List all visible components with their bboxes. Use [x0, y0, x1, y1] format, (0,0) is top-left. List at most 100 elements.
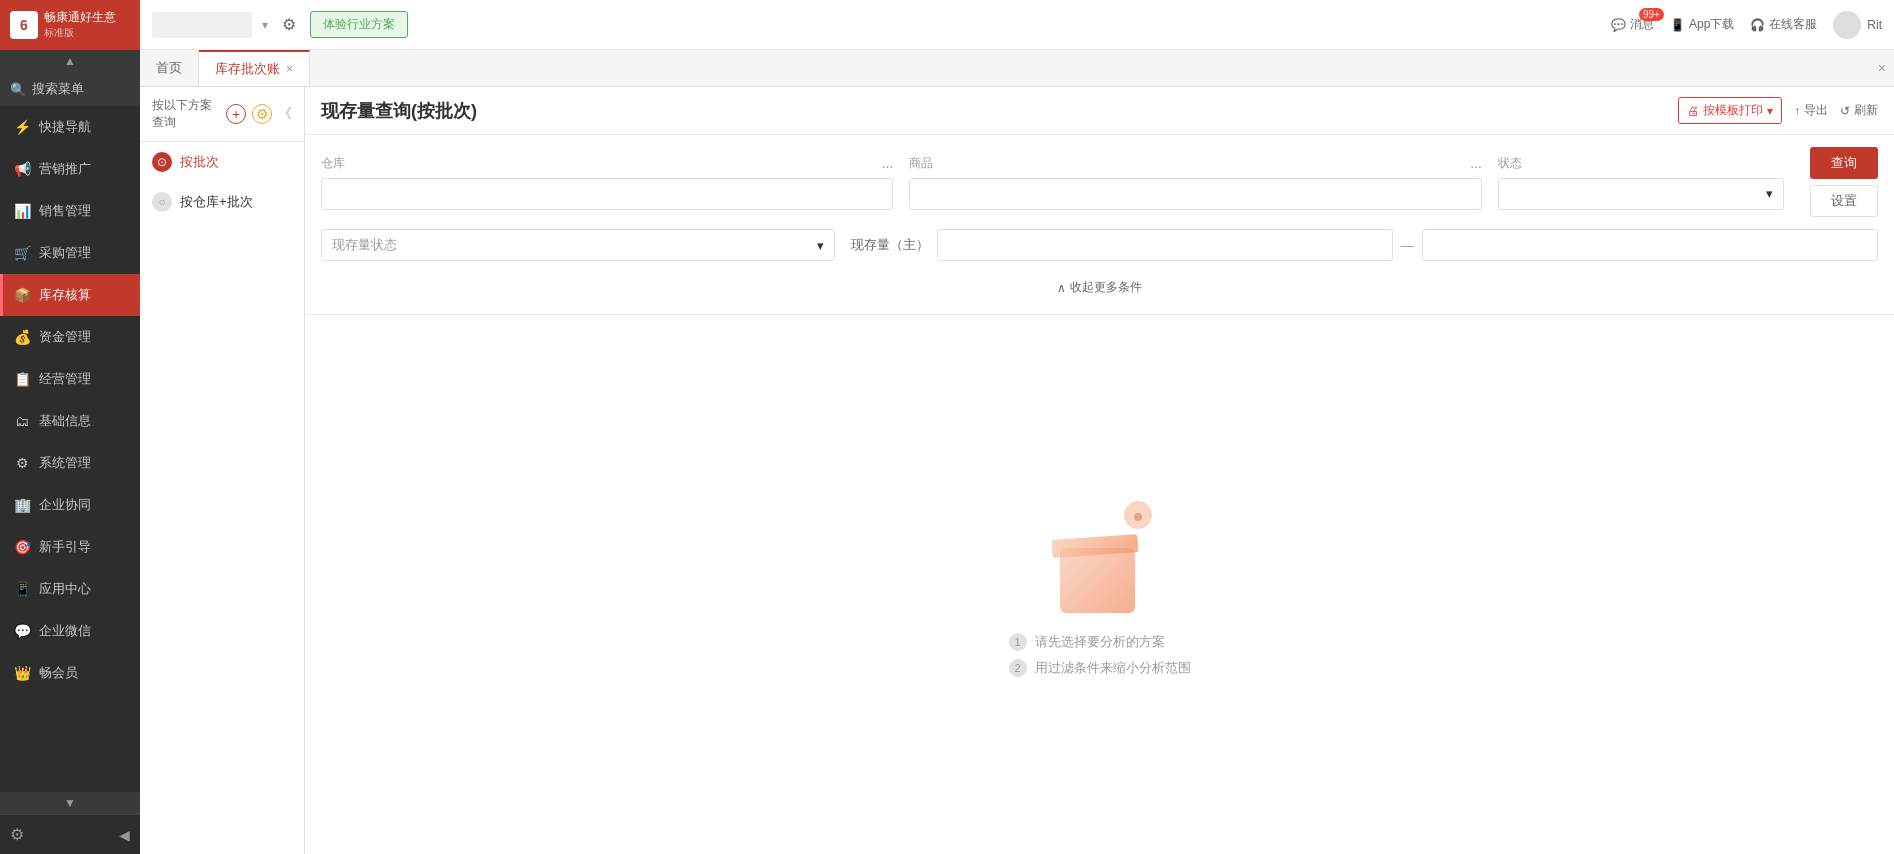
online-service-action[interactable]: 🎧 在线客服 [1750, 16, 1817, 33]
sidebar-scroll-up[interactable]: ▲ [0, 50, 140, 72]
sidebar-item-enterprise[interactable]: 🏢 企业协同 [0, 484, 140, 526]
sidebar-item-quick-nav[interactable]: ⚡ 快捷导航 [0, 106, 140, 148]
settings-icon: ⚙ [256, 106, 269, 122]
basic-icon: 🗂 [13, 412, 31, 430]
tab-close-button[interactable]: × [286, 62, 293, 76]
purchase-icon: 🛒 [13, 244, 31, 262]
scheme-collapse-button[interactable]: 《 [278, 105, 292, 123]
filter-collapse-button[interactable]: ∧ 收起更多条件 [321, 273, 1878, 302]
message-icon: 💬 [1611, 18, 1626, 32]
sidebar-item-label: 资金管理 [39, 328, 91, 346]
marketing-icon: 📢 [13, 160, 31, 178]
empty-hint-2: 2 用过滤条件来缩小分析范围 [1009, 659, 1191, 677]
message-badge: 99+ [1639, 8, 1664, 21]
scheme-item-warehouse-batch[interactable]: ○ 按仓库+批次 [140, 182, 304, 222]
add-scheme-button[interactable]: + [226, 104, 246, 124]
sidebar-item-guide[interactable]: 🎯 新手引导 [0, 526, 140, 568]
trial-button[interactable]: 体验行业方案 [310, 11, 408, 38]
sidebar-item-sales[interactable]: 📊 销售管理 [0, 190, 140, 232]
empty-illustration [1040, 493, 1160, 613]
scheme-panel-header: 按以下方案查询 + ⚙ 《 [140, 87, 304, 142]
tab-inventory-batch[interactable]: 库存批次账 × [199, 50, 310, 86]
export-icon: ↑ [1794, 104, 1800, 118]
sidebar-item-wechat[interactable]: 💬 企业微信 [0, 610, 140, 652]
warehouse-field: 仓库 ... [321, 155, 893, 210]
hint-num-1: 1 [1009, 633, 1027, 651]
empty-state: 1 请先选择要分析的方案 2 用过滤条件来缩小分析范围 [305, 315, 1894, 854]
status-select[interactable]: ▾ [1498, 178, 1784, 210]
sidebar-item-label: 销售管理 [39, 202, 91, 220]
sidebar-item-purchase[interactable]: 🛒 采购管理 [0, 232, 140, 274]
app-logo: 6 [10, 11, 38, 39]
sidebar-scroll-down[interactable]: ▼ [0, 792, 140, 814]
stock-status-field: 现存量状态 ▾ [321, 229, 835, 261]
app-info: 畅康通好生意 标准版 [44, 10, 116, 40]
scheme-item-label: 按仓库+批次 [180, 193, 253, 211]
status-label: 状态 [1498, 155, 1522, 172]
refresh-icon: ↺ [1840, 104, 1850, 118]
sidebar-search[interactable]: 🔍 搜索菜单 [0, 72, 140, 106]
scheme-item-batch[interactable]: ⊙ 按批次 [140, 142, 304, 182]
app-download-action[interactable]: 📱 App下载 [1670, 16, 1734, 33]
scheme-item-label: 按批次 [180, 153, 219, 171]
sidebar-item-operation[interactable]: 📋 经营管理 [0, 358, 140, 400]
topbar: ▾ ⚙ 体验行业方案 💬 消息 99+ 📱 App下载 🎧 在线客服 Rit [140, 0, 1894, 50]
tab-home[interactable]: 首页 [140, 50, 199, 86]
stock-status-select[interactable]: 现存量状态 ▾ [321, 229, 835, 261]
sidebar-item-marketing[interactable]: 📢 营销推广 [0, 148, 140, 190]
query-button[interactable]: 查询 [1810, 147, 1878, 179]
sidebar-item-finance[interactable]: 💰 资金管理 [0, 316, 140, 358]
operation-icon: 📋 [13, 370, 31, 388]
wechat-icon: 💬 [13, 622, 31, 640]
hint-num-2: 2 [1009, 659, 1027, 677]
scheme-header-label: 按以下方案查询 [152, 97, 220, 131]
filter-settings-button[interactable]: 设置 [1810, 185, 1878, 217]
sidebar-item-basic[interactable]: 🗂 基础信息 [0, 400, 140, 442]
print-button[interactable]: 🖨 按模板打印 ▾ [1678, 97, 1782, 124]
scheme-panel: 按以下方案查询 + ⚙ 《 ⊙ 按批次 ○ 按仓库+批次 [140, 87, 305, 854]
breadcrumb-dropdown[interactable]: ▾ [262, 18, 268, 32]
warehouse-input[interactable] [321, 178, 893, 210]
enterprise-icon: 🏢 [13, 496, 31, 514]
export-button[interactable]: ↑ 导出 [1794, 102, 1828, 119]
scheme-inactive-icon: ○ [152, 192, 172, 212]
status-dropdown-icon: ▾ [1766, 186, 1773, 201]
action-buttons: 查询 设置 [1810, 147, 1878, 217]
sidebar-item-label: 企业微信 [39, 622, 91, 640]
footer-collapse-icon[interactable]: ◀ [119, 827, 130, 843]
sidebar-item-member[interactable]: 👑 畅会员 [0, 652, 140, 694]
print-icon: 🖨 [1687, 104, 1699, 118]
sidebar-nav: ⚡ 快捷导航 📢 营销推广 📊 销售管理 🛒 采购管理 📦 库存核算 💰 资金管… [0, 106, 140, 792]
warehouse-dots[interactable]: ... [882, 155, 894, 171]
product-dots[interactable]: ... [1470, 155, 1482, 171]
sidebar-item-label: 经营管理 [39, 370, 91, 388]
status-field: 状态 ▾ [1498, 155, 1784, 210]
sidebar-item-label: 系统管理 [39, 454, 91, 472]
guide-icon: 🎯 [13, 538, 31, 556]
product-input[interactable] [909, 178, 1481, 210]
sidebar-item-apps[interactable]: 📱 应用中心 [0, 568, 140, 610]
topbar-settings-icon[interactable]: ⚙ [278, 11, 300, 38]
panel-close-button[interactable]: × [1870, 56, 1894, 80]
apps-icon: 📱 [13, 580, 31, 598]
sidebar-item-system[interactable]: ⚙ 系统管理 [0, 442, 140, 484]
app-name: 畅康通好生意 [44, 10, 116, 26]
refresh-button[interactable]: ↺ 刷新 [1840, 102, 1878, 119]
sidebar-item-label: 快捷导航 [39, 118, 91, 136]
scheme-settings-button[interactable]: ⚙ [252, 104, 272, 124]
footer-settings-icon[interactable]: ⚙ [10, 825, 24, 844]
breadcrumb-placeholder [152, 12, 252, 38]
stock-qty-max-input[interactable] [1422, 229, 1878, 261]
stock-qty-min-input[interactable] [937, 229, 1393, 261]
print-dropdown-icon[interactable]: ▾ [1767, 104, 1773, 118]
product-field: 商品 ... [909, 155, 1481, 210]
sidebar-item-label: 基础信息 [39, 412, 91, 430]
sales-icon: 📊 [13, 202, 31, 220]
user-profile[interactable]: Rit [1833, 11, 1882, 39]
messages-action[interactable]: 💬 消息 99+ [1611, 16, 1654, 33]
sidebar-item-inventory[interactable]: 📦 库存核算 [0, 274, 140, 316]
sidebar-item-label: 库存核算 [39, 286, 91, 304]
user-name: Rit [1867, 18, 1882, 32]
filter-row-1: 仓库 ... 商品 ... [321, 147, 1878, 217]
inventory-icon: 📦 [13, 286, 31, 304]
